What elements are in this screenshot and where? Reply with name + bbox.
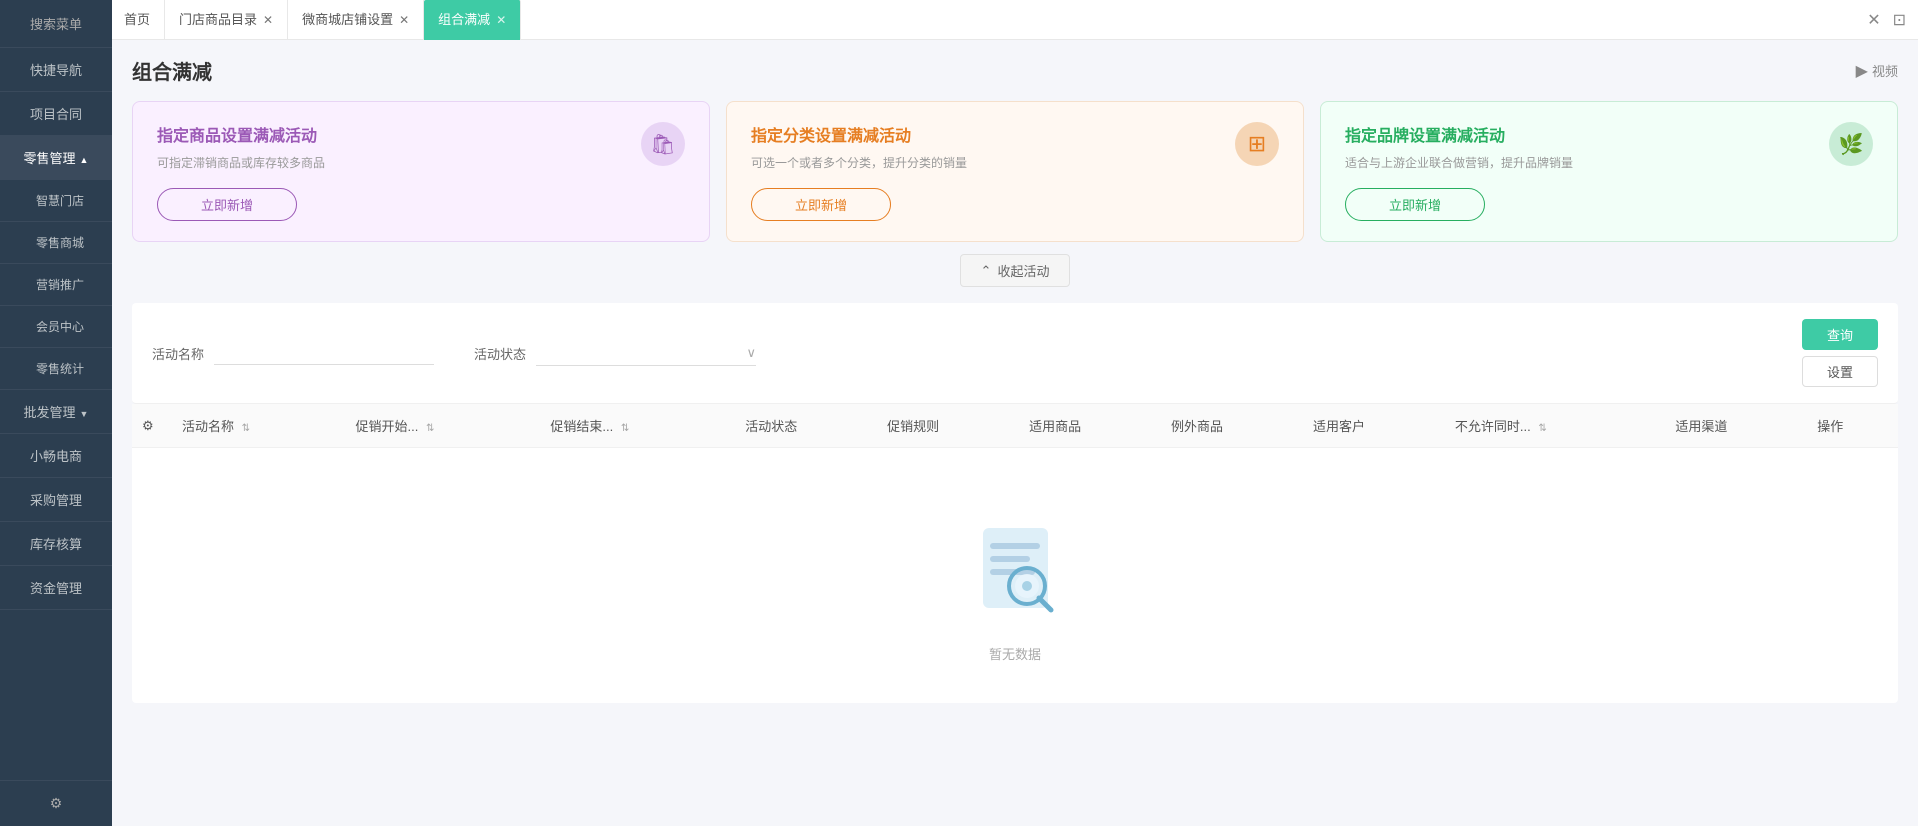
col-exception-goods-label: 例外商品 (1171, 419, 1223, 434)
chevron-down-icon: ∨ (747, 345, 757, 361)
content-area: 组合满减 ▶ 视频 指定商品设置满减活动 可指定滞销商品或库存较多商品 🛍 立即… (112, 40, 1918, 826)
tab-bar-controls: ✕ ⊡ (1867, 10, 1906, 30)
sort-icon-activity-name: ⇅ (242, 423, 250, 434)
sidebar-item-member-center[interactable]: 会员中心 (0, 306, 112, 348)
video-link[interactable]: ▶ 视频 (1856, 61, 1898, 81)
main-area: 首页 门店商品目录 ✕ 微商城店铺设置 ✕ 组合满减 ✕ ✕ ⊡ 组合满减 ▶ … (112, 0, 1918, 826)
sidebar-settings-button[interactable]: ⚙ (0, 780, 112, 826)
page-header: 组合满减 ▶ 视频 (132, 56, 1898, 85)
product-card: 指定商品设置满减活动 可指定滞销商品或库存较多商品 🛍 立即新增 (132, 101, 710, 242)
tab-combo-discount[interactable]: 组合满减 ✕ (424, 0, 521, 40)
tab-close-wechat-settings[interactable]: ✕ (399, 0, 409, 40)
col-applicable-channel-label: 适用渠道 (1675, 419, 1727, 434)
col-exception-goods: 例外商品 (1161, 404, 1303, 448)
sort-icon-no-concurrent: ⇅ (1538, 423, 1546, 434)
col-activity-status-label: 活动状态 (745, 419, 797, 434)
table-container: ⚙ 活动名称 ⇅ 促销开始... ⇅ 促销结束... (132, 404, 1898, 703)
col-activity-name[interactable]: 活动名称 ⇅ (172, 404, 346, 448)
empty-text: 暂无数据 (132, 644, 1898, 663)
col-applicable-goods: 适用商品 (1019, 404, 1161, 448)
activity-name-field: 活动名称 (152, 341, 434, 365)
category-card-desc: 可选一个或者多个分类，提升分类的销量 (751, 154, 1279, 172)
category-card-icon: ⊞ (1235, 122, 1279, 166)
sidebar-item-retail-stats[interactable]: 零售统计 (0, 348, 112, 390)
col-promo-end[interactable]: 促销结束... ⇅ (540, 404, 735, 448)
chevron-up-icon: ⌃ (981, 263, 992, 279)
sidebar-item-retail-mall[interactable]: 零售商城 (0, 222, 112, 264)
category-card: 指定分类设置满减活动 可选一个或者多个分类，提升分类的销量 ⊞ 立即新增 (726, 101, 1304, 242)
col-settings[interactable]: ⚙ (132, 404, 172, 448)
gear-icon: ⚙ (142, 418, 154, 433)
collapse-activity-btn[interactable]: ⌃ 收起活动 (960, 254, 1071, 287)
search-actions: 查询 设置 (1802, 319, 1878, 387)
table-header: ⚙ 活动名称 ⇅ 促销开始... ⇅ 促销结束... (132, 404, 1898, 448)
activity-name-input[interactable] (214, 341, 434, 365)
col-activity-status: 活动状态 (735, 404, 877, 448)
sort-icon-promo-start: ⇅ (426, 423, 434, 434)
sidebar: 搜索菜单 快捷导航 项目合同 零售管理 智慧门店 零售商城 营销推广 会员中心 … (0, 0, 112, 826)
col-applicable-customer-label: 适用客户 (1313, 419, 1365, 434)
tab-wechat-settings[interactable]: 微商城店铺设置 ✕ (288, 0, 424, 40)
col-no-concurrent-label: 不允许同时... (1455, 419, 1531, 434)
sidebar-item-ecommerce[interactable]: 小畅电商 (0, 434, 112, 478)
product-card-icon: 🛍 (641, 122, 685, 166)
tab-close-store-catalog[interactable]: ✕ (263, 0, 273, 40)
empty-state: 暂无数据 (132, 448, 1898, 703)
tab-store-catalog[interactable]: 门店商品目录 ✕ (165, 0, 288, 40)
play-icon: ▶ (1856, 61, 1868, 81)
cards-row: 指定商品设置满减活动 可指定滞销商品或库存较多商品 🛍 立即新增 指定分类设置满… (132, 101, 1898, 242)
sidebar-item-quick-nav[interactable]: 快捷导航 (0, 48, 112, 92)
collapse-row: ⌃ 收起活动 (132, 254, 1898, 287)
window-maximize-btn[interactable]: ⊡ (1893, 10, 1906, 30)
col-promo-start[interactable]: 促销开始... ⇅ (346, 404, 541, 448)
product-card-btn[interactable]: 立即新增 (157, 188, 297, 221)
brand-card-desc: 适合与上游企业联合做营销，提升品牌销量 (1345, 154, 1873, 172)
sidebar-item-project-contract[interactable]: 项目合同 (0, 92, 112, 136)
col-operation-label: 操作 (1817, 419, 1843, 434)
col-operation: 操作 (1807, 404, 1898, 448)
sidebar-item-inventory[interactable]: 库存核算 (0, 522, 112, 566)
page-title: 组合满减 (132, 56, 212, 85)
product-card-title: 指定商品设置满减活动 (157, 122, 685, 146)
tab-close-combo-discount[interactable]: ✕ (496, 0, 506, 40)
col-applicable-goods-label: 适用商品 (1029, 419, 1081, 434)
sidebar-search[interactable]: 搜索菜单 (0, 0, 112, 48)
sidebar-item-marketing[interactable]: 营销推广 (0, 264, 112, 306)
sidebar-item-wholesale[interactable]: 批发管理 (0, 390, 112, 434)
sort-icon-promo-end: ⇅ (621, 423, 629, 434)
activity-status-field: 活动状态 ∨ (474, 341, 756, 366)
brand-card-btn[interactable]: 立即新增 (1345, 188, 1485, 221)
col-applicable-customer: 适用客户 (1303, 404, 1445, 448)
sidebar-item-smart-store[interactable]: 智慧门店 (0, 180, 112, 222)
empty-icon (955, 508, 1075, 628)
col-promo-rule: 促销规则 (877, 404, 1019, 448)
query-button[interactable]: 查询 (1802, 319, 1878, 350)
sidebar-item-purchase[interactable]: 采购管理 (0, 478, 112, 522)
brand-card-icon: 🌿 (1829, 122, 1873, 166)
tab-bar: 首页 门店商品目录 ✕ 微商城店铺设置 ✕ 组合满减 ✕ ✕ ⊡ (112, 0, 1918, 40)
col-applicable-channel: 适用渠道 (1665, 404, 1807, 448)
activity-status-select[interactable]: ∨ (536, 341, 756, 366)
sidebar-item-finance[interactable]: 资金管理 (0, 566, 112, 610)
category-card-title: 指定分类设置满减活动 (751, 122, 1279, 146)
brand-card-title: 指定品牌设置满减活动 (1345, 122, 1873, 146)
product-card-desc: 可指定滞销商品或库存较多商品 (157, 154, 685, 172)
col-activity-name-label: 活动名称 (182, 419, 234, 434)
settings-button[interactable]: 设置 (1802, 356, 1878, 387)
activity-status-label: 活动状态 (474, 344, 526, 363)
col-promo-rule-label: 促销规则 (887, 419, 939, 434)
category-card-btn[interactable]: 立即新增 (751, 188, 891, 221)
col-promo-end-label: 促销结束... (550, 419, 613, 434)
search-area: 活动名称 活动状态 ∨ 查询 设置 (132, 303, 1898, 404)
window-close-btn[interactable]: ✕ (1867, 10, 1880, 30)
tab-home[interactable]: 首页 (124, 0, 165, 40)
data-table: ⚙ 活动名称 ⇅ 促销开始... ⇅ 促销结束... (132, 404, 1898, 448)
sidebar-item-retail-management[interactable]: 零售管理 (0, 136, 112, 180)
col-no-concurrent[interactable]: 不允许同时... ⇅ (1445, 404, 1665, 448)
activity-name-label: 活动名称 (152, 344, 204, 363)
search-table-container: 活动名称 活动状态 ∨ 查询 设置 (132, 303, 1898, 703)
brand-card: 指定品牌设置满减活动 适合与上游企业联合做营销，提升品牌销量 🌿 立即新增 (1320, 101, 1898, 242)
col-promo-start-label: 促销开始... (356, 419, 419, 434)
